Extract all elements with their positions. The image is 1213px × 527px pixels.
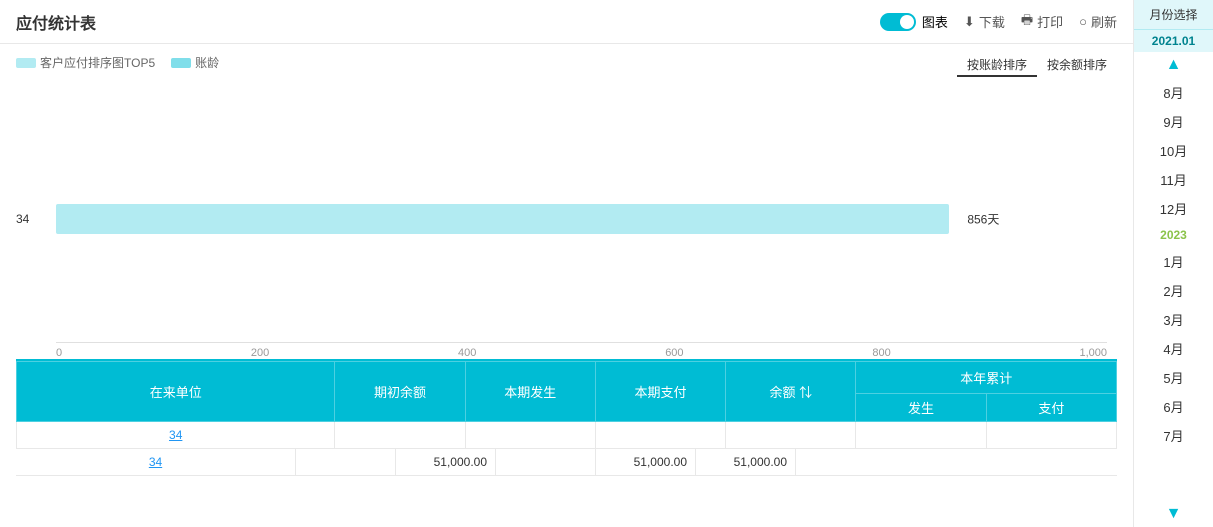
- sidebar-month-item[interactable]: 3月: [1134, 305, 1213, 334]
- download-button[interactable]: ⬇ 下载: [964, 12, 1005, 31]
- sidebar-down-button[interactable]: ▼: [1134, 501, 1213, 527]
- x-label-0: 0: [56, 347, 62, 359]
- legend-color-2: [171, 58, 191, 68]
- sidebar-month-item[interactable]: 11月: [1134, 165, 1213, 194]
- sidebar-month-item[interactable]: 2月: [1134, 276, 1213, 305]
- x-label-600: 600: [665, 347, 683, 359]
- sidebar-months: 8月9月10月11月12月20231月2月3月4月5月6月7月: [1134, 78, 1213, 501]
- print-button[interactable]: 🖶 打印: [1021, 11, 1063, 33]
- sidebar-month-item[interactable]: 7月: [1134, 421, 1213, 450]
- sort-tab-balance[interactable]: 按余额排序: [1037, 54, 1117, 77]
- refresh-button[interactable]: ○ 刷新: [1079, 12, 1117, 31]
- legend-item-2: 账龄: [171, 54, 219, 71]
- data-table: 在来单位期初余额本期发生本期支付余额 ⇅本年累计发生支付3451,000.005…: [16, 359, 1117, 476]
- x-label-800: 800: [872, 347, 890, 359]
- table-row: 34 51,000.00 51,000.00 51,000.00: [16, 449, 1117, 476]
- sidebar-header: 月份选择: [1134, 0, 1213, 30]
- refresh-label: 刷新: [1091, 12, 1117, 31]
- x-label-200: 200: [251, 347, 269, 359]
- sort-tabs: 按账龄排序 按余额排序: [957, 54, 1117, 77]
- x-label-400: 400: [458, 347, 476, 359]
- td-unit[interactable]: 34: [16, 449, 296, 475]
- legend-label-1: 客户应付排序图TOP5: [40, 54, 155, 71]
- td-ytd-paid: [796, 449, 896, 475]
- sidebar-current-date: 2021.01: [1134, 30, 1213, 52]
- chart-toggle[interactable]: [880, 13, 916, 31]
- print-label: 打印: [1037, 12, 1063, 31]
- print-icon: 🖶: [1021, 11, 1033, 33]
- table-header: 在来单位期初余额本期发生本期支付余额 ⇅本年累计发生支付3451,000.005…: [16, 361, 1117, 449]
- sidebar-month-item[interactable]: 5月: [1134, 363, 1213, 392]
- bar-row-label: 34: [16, 212, 29, 226]
- sidebar-month-item[interactable]: 1月: [1134, 247, 1213, 276]
- sidebar-up-button[interactable]: ▲: [1134, 52, 1213, 78]
- bar-end-label: 856天: [967, 211, 999, 228]
- td-current-occurred: 51,000.00: [396, 449, 496, 475]
- download-icon: ⬇: [964, 14, 975, 30]
- td-current-paid: [496, 449, 596, 475]
- sidebar-month-item[interactable]: 8月: [1134, 78, 1213, 107]
- legend-label-2: 账龄: [195, 54, 219, 71]
- bar-fill: 856天: [56, 204, 949, 234]
- legend-item-1: 客户应付排序图TOP5: [16, 54, 155, 71]
- x-label-1000: 1,000: [1079, 347, 1107, 359]
- sidebar-month-item[interactable]: 9月: [1134, 107, 1213, 136]
- chart-legend: 客户应付排序图TOP5 账龄: [16, 54, 1117, 71]
- download-label: 下载: [979, 12, 1005, 31]
- bar-track: 856天: [56, 204, 1107, 234]
- chart-toggle-wrap[interactable]: 图表: [880, 12, 948, 31]
- sort-tab-age[interactable]: 按账龄排序: [957, 54, 1037, 77]
- x-axis: 0 200 400 600 800 1,000: [56, 342, 1107, 359]
- td-balance: 51,000.00: [596, 449, 696, 475]
- chart-area: 客户应付排序图TOP5 账龄 按账龄排序 按余额排序 34 856天: [0, 44, 1133, 527]
- page-title: 应付统计表: [16, 10, 96, 34]
- header-actions: 图表 ⬇ 下载 🖶 打印 ○ 刷新: [880, 11, 1117, 33]
- td-opening-balance: [296, 449, 396, 475]
- sidebar-month-item[interactable]: 4月: [1134, 334, 1213, 363]
- legend-color-1: [16, 58, 36, 68]
- sidebar-month-item[interactable]: 10月: [1134, 136, 1213, 165]
- bar-chart: 34 856天 0 200 400 600 800 1,000: [16, 79, 1117, 359]
- refresh-icon: ○: [1079, 14, 1087, 29]
- td-ytd-occurred: 51,000.00: [696, 449, 796, 475]
- sidebar-month-item[interactable]: 2023: [1134, 223, 1213, 247]
- sidebar: 月份选择 2021.01 ▲ 8月9月10月11月12月20231月2月3月4月…: [1133, 0, 1213, 527]
- sidebar-month-item[interactable]: 12月: [1134, 194, 1213, 223]
- chart-toggle-label: 图表: [922, 12, 948, 31]
- sidebar-month-item[interactable]: 6月: [1134, 392, 1213, 421]
